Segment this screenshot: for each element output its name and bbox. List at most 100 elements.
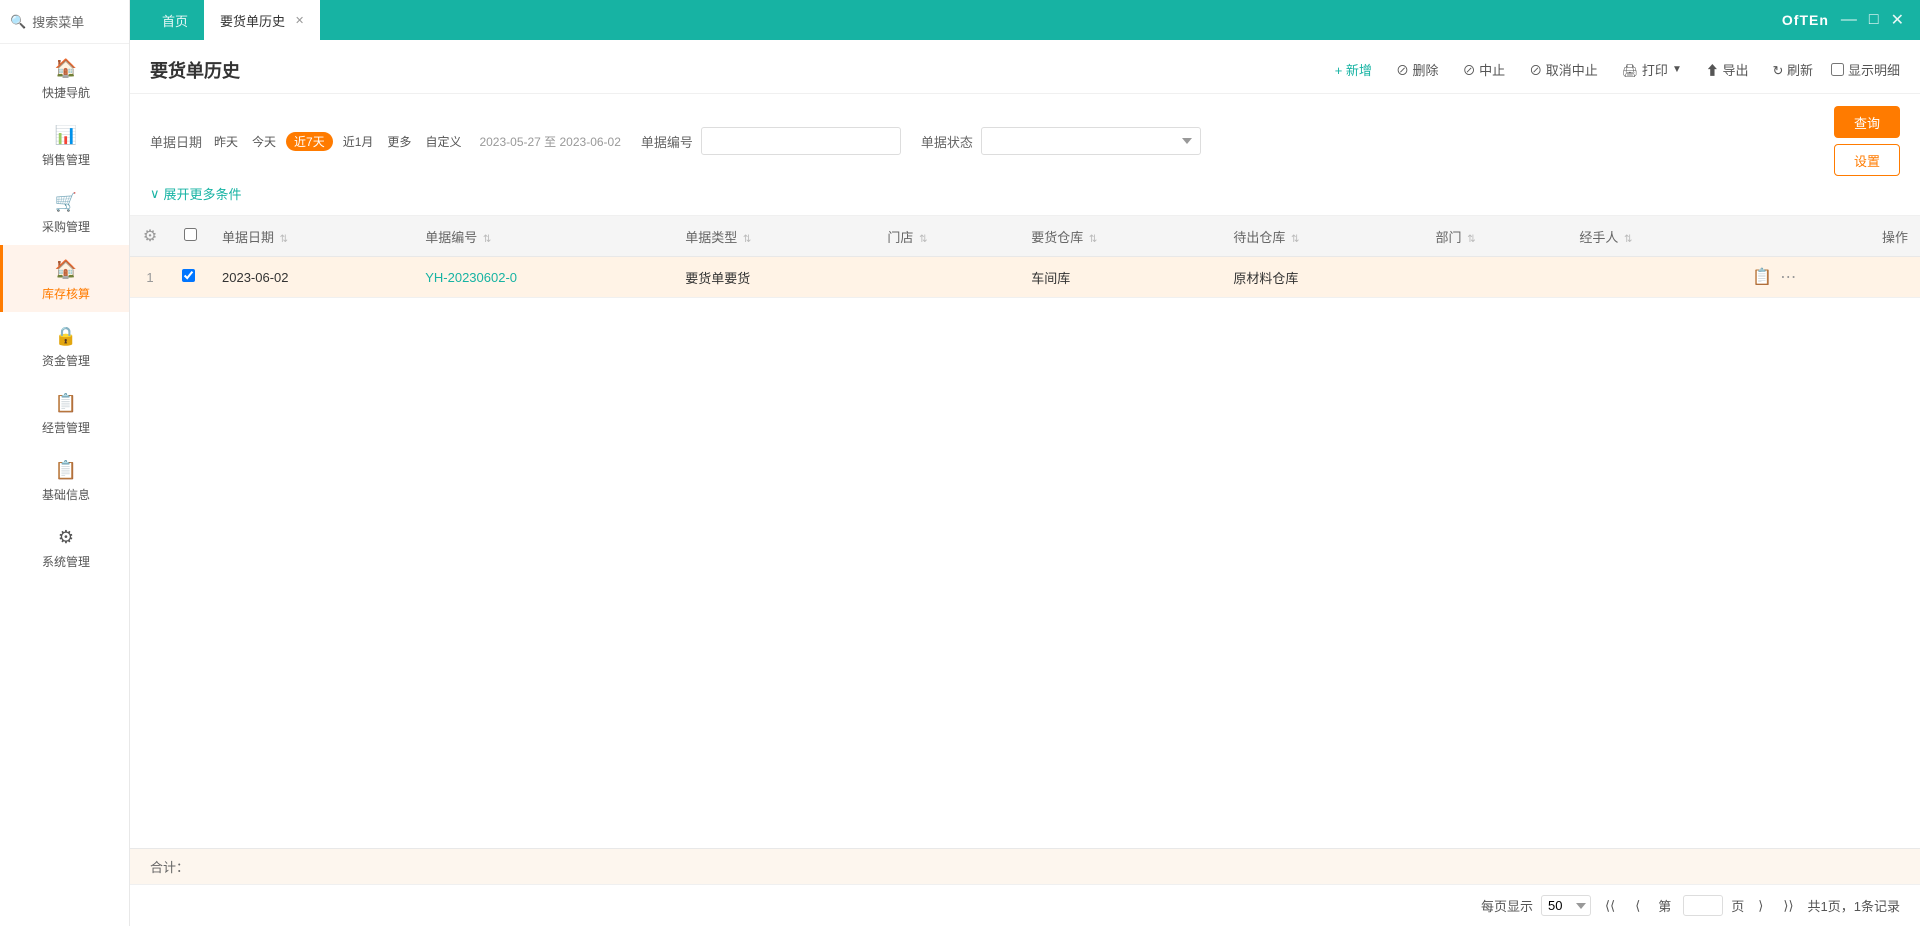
display-detail-checkbox[interactable]: [1831, 63, 1844, 76]
date-today[interactable]: 今天: [248, 132, 280, 151]
print-dropdown-icon[interactable]: ▼: [1672, 64, 1682, 75]
query-button[interactable]: 查询: [1834, 106, 1900, 138]
minimize-btn[interactable]: —: [1841, 11, 1857, 29]
display-detail-toggle[interactable]: 显示明细: [1831, 60, 1900, 79]
date-yesterday[interactable]: 昨天: [210, 132, 242, 151]
content-area: 要货单历史 + 新增 ⊘ 删除 ⊘ 中止 ⊘ 取消中止 🖨 打印 ▼ ⬆ 导出 …: [130, 40, 1920, 926]
date-custom[interactable]: 自定义: [421, 132, 465, 151]
date-1month[interactable]: 近1月: [339, 132, 378, 151]
filter-row-1: 单据日期 昨天 今天 近7天 近1月 更多 自定义 2023-05-27 至 2…: [150, 106, 1900, 176]
select-all-checkbox[interactable]: [184, 228, 197, 241]
sidebar-item-sys-mgmt[interactable]: ⚙ 系统管理: [0, 513, 129, 580]
toolbar: + 新增 ⊘ 删除 ⊘ 中止 ⊘ 取消中止 🖨 打印 ▼ ⬆ 导出 ↻ 刷新 显…: [1329, 56, 1900, 83]
refresh-button[interactable]: ↻ 刷新: [1766, 56, 1819, 83]
doc-number-input[interactable]: [701, 127, 901, 155]
first-page-btn[interactable]: ⟨⟨: [1599, 896, 1621, 916]
sidebar-item-inventory[interactable]: 🏠 库存核算: [0, 245, 129, 312]
table-body: 1 2023-06-02 YH-20230602-0 要货单要货 车间库 原材料…: [130, 257, 1920, 298]
export-button[interactable]: ⬆ 导出: [1700, 56, 1755, 83]
col-actions-label: 操作: [1882, 230, 1908, 245]
total-records: 共1页，1条记录: [1808, 896, 1900, 915]
col-actions: 操作: [1740, 216, 1920, 257]
sidebar-item-quick-nav[interactable]: 🏠 快捷导航: [0, 44, 129, 111]
display-detail-label: 显示明细: [1848, 60, 1900, 79]
maximize-btn[interactable]: □: [1869, 11, 1879, 29]
close-btn[interactable]: ✕: [1891, 10, 1904, 30]
table-row: 1 2023-06-02 YH-20230602-0 要货单要货 车间库 原材料…: [130, 257, 1920, 298]
row-actions: 📋 ⋯: [1740, 257, 1920, 298]
row-doc-number: YH-20230602-0: [413, 257, 673, 298]
col-date-label: 单据日期: [222, 230, 274, 245]
filter-doc-number: 单据编号: [641, 127, 901, 155]
tab-home[interactable]: 首页: [146, 0, 204, 40]
col-date[interactable]: 单据日期 ⇅: [210, 216, 413, 257]
table-area: ⚙ 单据日期 ⇅ 单据编号 ⇅: [130, 216, 1920, 848]
home-icon: 🏠: [55, 58, 77, 79]
sidebar-item-purchase-mgmt[interactable]: 🛒 采购管理: [0, 178, 129, 245]
col-department-label: 部门: [1436, 230, 1462, 245]
sidebar-item-basic-info[interactable]: 📋 基础信息: [0, 446, 129, 513]
sidebar-item-label: 系统管理: [42, 553, 90, 570]
page-input[interactable]: 1: [1683, 895, 1723, 916]
date-shortcuts: 昨天 今天 近7天 近1月 更多 自定义: [210, 132, 465, 151]
stop-button[interactable]: ⊘ 中止: [1457, 56, 1512, 83]
prev-page-btn[interactable]: ⟨: [1629, 896, 1646, 916]
sort-pending-warehouse-icon: ⇅: [1291, 234, 1299, 245]
row-more-btn[interactable]: ⋯: [1780, 267, 1796, 287]
sort-store-icon: ⇅: [919, 234, 927, 245]
page-title: 要货单历史: [150, 57, 240, 83]
col-doc-type-label: 单据类型: [685, 230, 737, 245]
sort-doc-type-icon: ⇅: [743, 234, 751, 245]
total-label: 合计：: [150, 857, 189, 876]
doc-number-link[interactable]: YH-20230602-0: [425, 270, 517, 285]
settings-button[interactable]: 设置: [1834, 144, 1900, 176]
main-area: 首页 要货单历史 ✕ OfTEn — □ ✕ 要货单历史 + 新增 ⊘ 删除 ⊘…: [130, 0, 1920, 926]
date-7days[interactable]: 近7天: [286, 132, 333, 151]
tab-requisition-history[interactable]: 要货单历史 ✕: [204, 0, 320, 40]
sidebar-item-label: 经营管理: [42, 419, 90, 436]
expand-more-btn[interactable]: ∨ 展开更多条件: [150, 184, 1900, 203]
col-pending-warehouse[interactable]: 待出仓库 ⇅: [1221, 216, 1423, 257]
col-doc-number[interactable]: 单据编号 ⇅: [413, 216, 673, 257]
col-department[interactable]: 部门 ⇅: [1424, 216, 1568, 257]
page-label2: 页: [1731, 896, 1744, 915]
sidebar-item-finance-mgmt[interactable]: 🔒 资金管理: [0, 312, 129, 379]
col-store-label: 门店: [887, 230, 913, 245]
cancel-stop-button[interactable]: ⊘ 取消中止: [1523, 56, 1604, 83]
col-req-warehouse[interactable]: 要货仓库 ⇅: [1019, 216, 1221, 257]
delete-button[interactable]: ⊘ 删除: [1390, 56, 1445, 83]
next-page-btn[interactable]: ⟩: [1752, 896, 1769, 916]
col-store[interactable]: 门店 ⇅: [875, 216, 1019, 257]
page-label: 第: [1658, 896, 1671, 915]
print-button[interactable]: 🖨 打印 ▼: [1616, 56, 1688, 83]
page-header: 要货单历史 + 新增 ⊘ 删除 ⊘ 中止 ⊘ 取消中止 🖨 打印 ▼ ⬆ 导出 …: [130, 40, 1920, 94]
row-edit-btn[interactable]: 📋: [1752, 267, 1772, 287]
sidebar-search[interactable]: 🔍 搜索菜单: [0, 0, 129, 44]
col-doc-type[interactable]: 单据类型 ⇅: [673, 216, 875, 257]
sidebar-item-label: 库存核算: [42, 285, 90, 302]
new-button[interactable]: + 新增: [1329, 56, 1378, 83]
status-label: 单据状态: [921, 132, 973, 151]
row-checkbox[interactable]: [182, 269, 195, 282]
topbar-tabs: 首页 要货单历史 ✕: [146, 0, 320, 40]
filter-buttons: 查询 设置: [1834, 106, 1900, 176]
last-page-btn[interactable]: ⟩⟩: [1777, 896, 1799, 916]
filter-date: 单据日期 昨天 今天 近7天 近1月 更多 自定义 2023-05-27 至 2…: [150, 132, 621, 151]
sidebar-item-sales-mgmt[interactable]: 📊 销售管理: [0, 111, 129, 178]
date-more[interactable]: 更多: [383, 132, 415, 151]
finance-icon: 🔒: [55, 326, 77, 347]
doc-number-label: 单据编号: [641, 132, 693, 151]
basic-info-icon: 📋: [55, 460, 77, 481]
sidebar-item-label: 销售管理: [42, 151, 90, 168]
col-handler[interactable]: 经手人 ⇅: [1567, 216, 1740, 257]
tab-label: 要货单历史: [220, 11, 285, 30]
row-num: 1: [130, 257, 170, 298]
sidebar-item-ops-mgmt[interactable]: 📋 经营管理: [0, 379, 129, 446]
status-select[interactable]: [981, 127, 1201, 155]
tab-close-icon[interactable]: ✕: [295, 14, 304, 27]
filter-status: 单据状态: [921, 127, 1201, 155]
row-checkbox-cell: [170, 257, 210, 298]
table-settings-icon[interactable]: ⚙: [143, 228, 157, 245]
page-size-select[interactable]: 20 50 100: [1541, 895, 1591, 916]
sidebar-item-label: 基础信息: [42, 486, 90, 503]
